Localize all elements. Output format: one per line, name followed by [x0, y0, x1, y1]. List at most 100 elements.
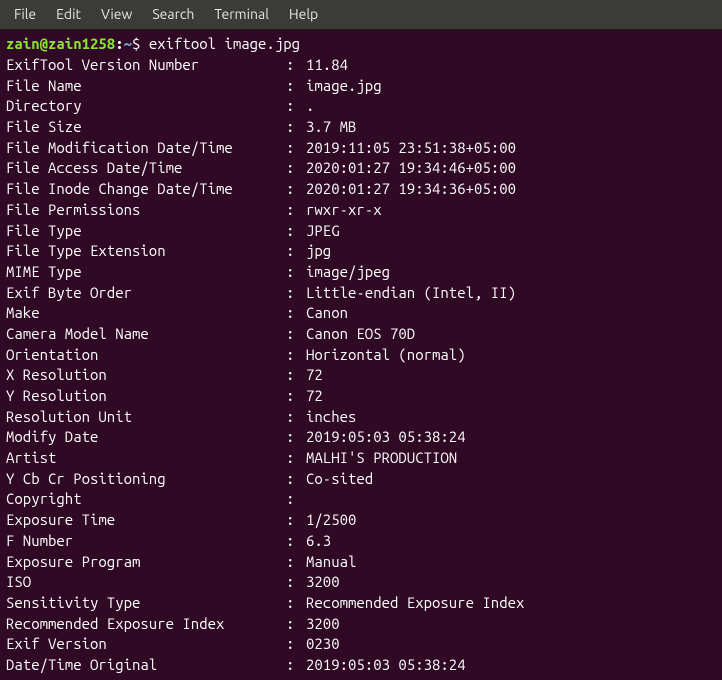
exif-value: 72	[306, 365, 323, 386]
exif-value: JPEG	[306, 221, 340, 242]
menu-terminal[interactable]: Terminal	[206, 3, 277, 26]
exif-key: Orientation	[6, 345, 286, 366]
exif-separator: :	[286, 655, 306, 676]
exif-key: Modify Date	[6, 427, 286, 448]
exif-key: Sensitivity Type	[6, 593, 286, 614]
exif-row: File Type: JPEG	[6, 221, 716, 242]
exif-row: Exif Byte Order: Little-endian (Intel, I…	[6, 283, 716, 304]
exif-row: X Resolution: 72	[6, 365, 716, 386]
exif-row: ExifTool Version Number: 11.84	[6, 55, 716, 76]
exif-key: ExifTool Version Number	[6, 55, 286, 76]
exif-separator: :	[286, 345, 306, 366]
exif-separator: :	[286, 55, 306, 76]
menu-search[interactable]: Search	[144, 3, 202, 26]
exif-row: File Size: 3.7 MB	[6, 117, 716, 138]
menu-help[interactable]: Help	[281, 3, 326, 26]
exif-row: ISO: 3200	[6, 572, 716, 593]
exif-separator: :	[286, 634, 306, 655]
exif-row: File Inode Change Date/Time: 2020:01:27 …	[6, 179, 716, 200]
exif-key: File Access Date/Time	[6, 158, 286, 179]
exif-key: Directory	[6, 96, 286, 117]
exif-key: File Type	[6, 221, 286, 242]
prompt-line: zain@zain1258:~$ exiftool image.jpg	[6, 34, 716, 55]
exif-row: Camera Model Name: Canon EOS 70D	[6, 324, 716, 345]
exif-value: 3200	[306, 572, 340, 593]
exif-key: Artist	[6, 448, 286, 469]
exif-separator: :	[286, 303, 306, 324]
menu-view[interactable]: View	[93, 3, 140, 26]
exif-key: X Resolution	[6, 365, 286, 386]
prompt-dollar: $	[132, 35, 149, 52]
exif-row: F Number: 6.3	[6, 531, 716, 552]
exif-separator: :	[286, 510, 306, 531]
prompt-user-host: zain@zain1258	[6, 35, 115, 52]
exif-key: Recommended Exposure Index	[6, 614, 286, 635]
exif-value: 2020:01:27 19:34:46+05:00	[306, 158, 516, 179]
exif-key: F Number	[6, 531, 286, 552]
exif-row: File Permissions: rwxr-xr-x	[6, 200, 716, 221]
exif-key: File Name	[6, 76, 286, 97]
exif-value: Horizontal (normal)	[306, 345, 466, 366]
exif-separator: :	[286, 552, 306, 573]
exif-key: Exposure Program	[6, 552, 286, 573]
exif-value: 6.3	[306, 531, 331, 552]
exif-value: Recommended Exposure Index	[306, 593, 524, 614]
exif-value: 2019:05:03 05:38:24	[306, 655, 466, 676]
menu-file[interactable]: File	[6, 3, 44, 26]
exif-separator: :	[286, 427, 306, 448]
exif-separator: :	[286, 448, 306, 469]
menubar: File Edit View Search Terminal Help	[0, 0, 722, 30]
exif-separator: :	[286, 614, 306, 635]
exif-separator: :	[286, 179, 306, 200]
exif-value: MALHI'S PRODUCTION	[306, 448, 457, 469]
exif-separator: :	[286, 200, 306, 221]
exif-value: 2019:05:03 05:38:24	[306, 427, 466, 448]
exif-row: Copyright:	[6, 489, 716, 510]
exif-value: 0230	[306, 634, 340, 655]
exif-key: Exif Byte Order	[6, 283, 286, 304]
exif-value: rwxr-xr-x	[306, 200, 382, 221]
exif-separator: :	[286, 489, 306, 510]
exif-separator: :	[286, 262, 306, 283]
exif-value: image/jpeg	[306, 262, 390, 283]
exif-value: Canon	[306, 303, 348, 324]
exif-row: Make: Canon	[6, 303, 716, 324]
exif-key: Camera Model Name	[6, 324, 286, 345]
exif-row: Sensitivity Type: Recommended Exposure I…	[6, 593, 716, 614]
exif-value: Little-endian (Intel, II)	[306, 283, 516, 304]
exif-separator: :	[286, 76, 306, 97]
exif-value: 2019:11:05 23:51:38+05:00	[306, 138, 516, 159]
exif-key: Date/Time Original	[6, 655, 286, 676]
exif-separator: :	[286, 138, 306, 159]
exif-separator: :	[286, 386, 306, 407]
exif-value: Co-sited	[306, 469, 373, 490]
exif-key: Y Resolution	[6, 386, 286, 407]
exif-row: Orientation: Horizontal (normal)	[6, 345, 716, 366]
exif-separator: :	[286, 283, 306, 304]
exif-value: Canon EOS 70D	[306, 324, 415, 345]
exif-row: Exposure Program: Manual	[6, 552, 716, 573]
exif-separator: :	[286, 96, 306, 117]
exif-row: Y Resolution: 72	[6, 386, 716, 407]
exif-separator: :	[286, 117, 306, 138]
exif-row: Artist: MALHI'S PRODUCTION	[6, 448, 716, 469]
exif-key: Resolution Unit	[6, 407, 286, 428]
terminal-output[interactable]: zain@zain1258:~$ exiftool image.jpg Exif…	[0, 30, 722, 679]
exif-row: Directory: .	[6, 96, 716, 117]
exif-row: MIME Type: image/jpeg	[6, 262, 716, 283]
exif-value: jpg	[306, 241, 331, 262]
exif-row: Date/Time Original: 2019:05:03 05:38:24	[6, 655, 716, 676]
prompt-path: ~	[124, 35, 132, 52]
exif-separator: :	[286, 324, 306, 345]
exif-separator: :	[286, 241, 306, 262]
exif-key: File Permissions	[6, 200, 286, 221]
exif-value: .	[306, 96, 314, 117]
prompt-colon: :	[115, 35, 123, 52]
exif-row: File Type Extension: jpg	[6, 241, 716, 262]
exif-separator: :	[286, 572, 306, 593]
command-text: exiftool image.jpg	[149, 35, 300, 52]
exif-value: 2020:01:27 19:34:36+05:00	[306, 179, 516, 200]
menu-edit[interactable]: Edit	[48, 3, 89, 26]
exif-value: 3200	[306, 614, 340, 635]
exif-separator: :	[286, 221, 306, 242]
